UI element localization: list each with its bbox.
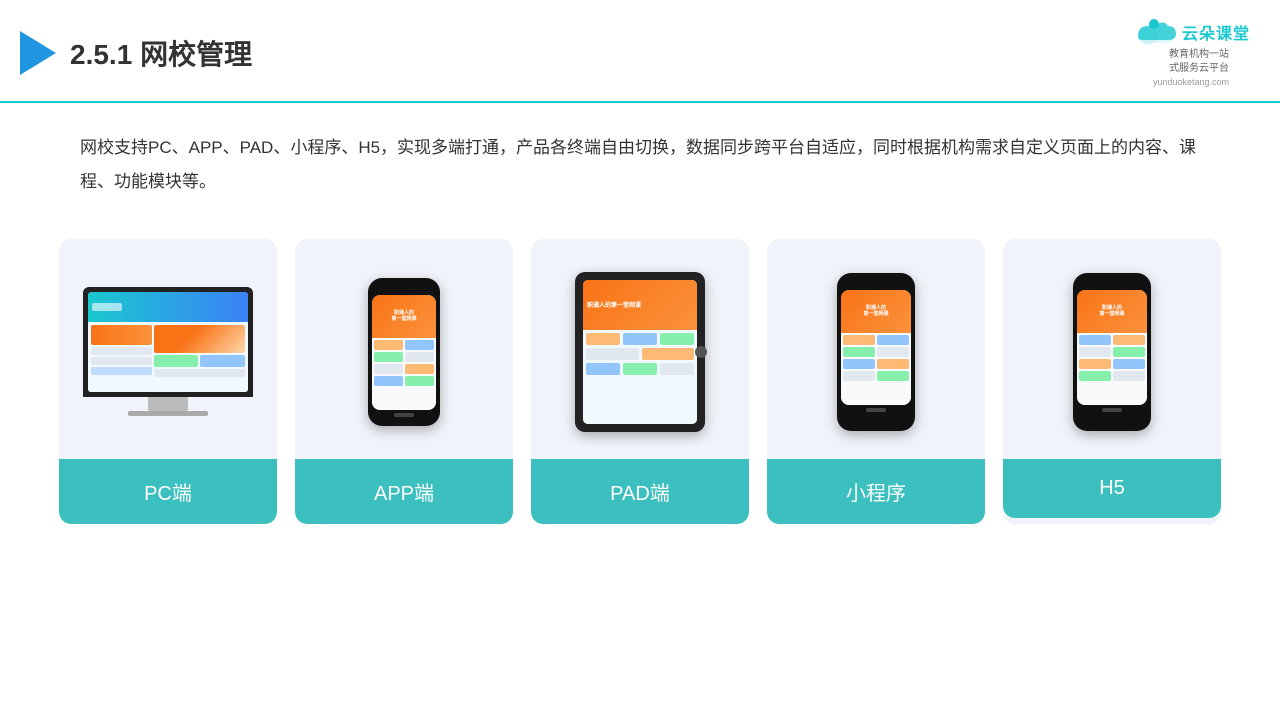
title-number: 2.5.1	[70, 39, 132, 70]
page-title: 2.5.1 网校管理	[70, 33, 252, 73]
pad-tablet-mockup: 职通人的第一堂网课	[575, 272, 705, 432]
app-phone-mockup: 职通人的第一堂网课	[368, 278, 440, 426]
logo-tagline-text: 教育机构一站 式服务云平台	[1153, 48, 1229, 76]
card-pc-label: PC端	[59, 459, 277, 524]
h5-phone-mockup: 职通人的第一堂网课	[1073, 273, 1151, 431]
card-pad-image: 职通人的第一堂网课	[531, 239, 749, 459]
card-miniprogram-label: 小程序	[767, 459, 985, 524]
card-pc-image	[59, 239, 277, 459]
pc-mockup	[83, 287, 253, 416]
card-pc: PC端	[59, 239, 277, 524]
card-pad: 职通人的第一堂网课	[531, 239, 749, 524]
logo-tagline: 教育机构一站 式服务云平台 yunduoketang.com	[1153, 48, 1229, 89]
card-miniprogram: 职通人的第一堂网课	[767, 239, 985, 524]
logo-area: 云朵课堂 教育机构一站 式服务云平台 yunduoketang.com	[1132, 18, 1250, 89]
logo-domain: yunduoketang.com	[1153, 76, 1229, 89]
title-text: 网校管理	[140, 39, 252, 70]
cards-container: PC端 职通人的第一堂网课	[0, 209, 1280, 554]
cloud-icon	[1132, 18, 1176, 46]
card-h5-label: H5	[1003, 459, 1221, 518]
card-app-label: APP端	[295, 459, 513, 524]
description: 网校支持PC、APP、PAD、小程序、H5，实现多端打通，产品各终端自由切换，数…	[0, 103, 1280, 209]
header: 2.5.1 网校管理 云朵课堂 教育机构一站 式服务云平台 yunduoketa…	[0, 0, 1280, 103]
card-h5-image: 职通人的第一堂网课	[1003, 239, 1221, 459]
logo-cloud: 云朵课堂	[1132, 18, 1250, 46]
play-icon	[20, 31, 56, 75]
miniprogram-phone-mockup: 职通人的第一堂网课	[837, 273, 915, 431]
card-pad-label: PAD端	[531, 459, 749, 524]
card-miniprogram-image: 职通人的第一堂网课	[767, 239, 985, 459]
card-app-image: 职通人的第一堂网课	[295, 239, 513, 459]
description-text: 网校支持PC、APP、PAD、小程序、H5，实现多端打通，产品各终端自由切换，数…	[80, 131, 1200, 199]
logo-text: 云朵课堂	[1182, 20, 1250, 44]
header-left: 2.5.1 网校管理	[20, 31, 252, 75]
card-app: 职通人的第一堂网课	[295, 239, 513, 524]
card-h5: 职通人的第一堂网课	[1003, 239, 1221, 524]
